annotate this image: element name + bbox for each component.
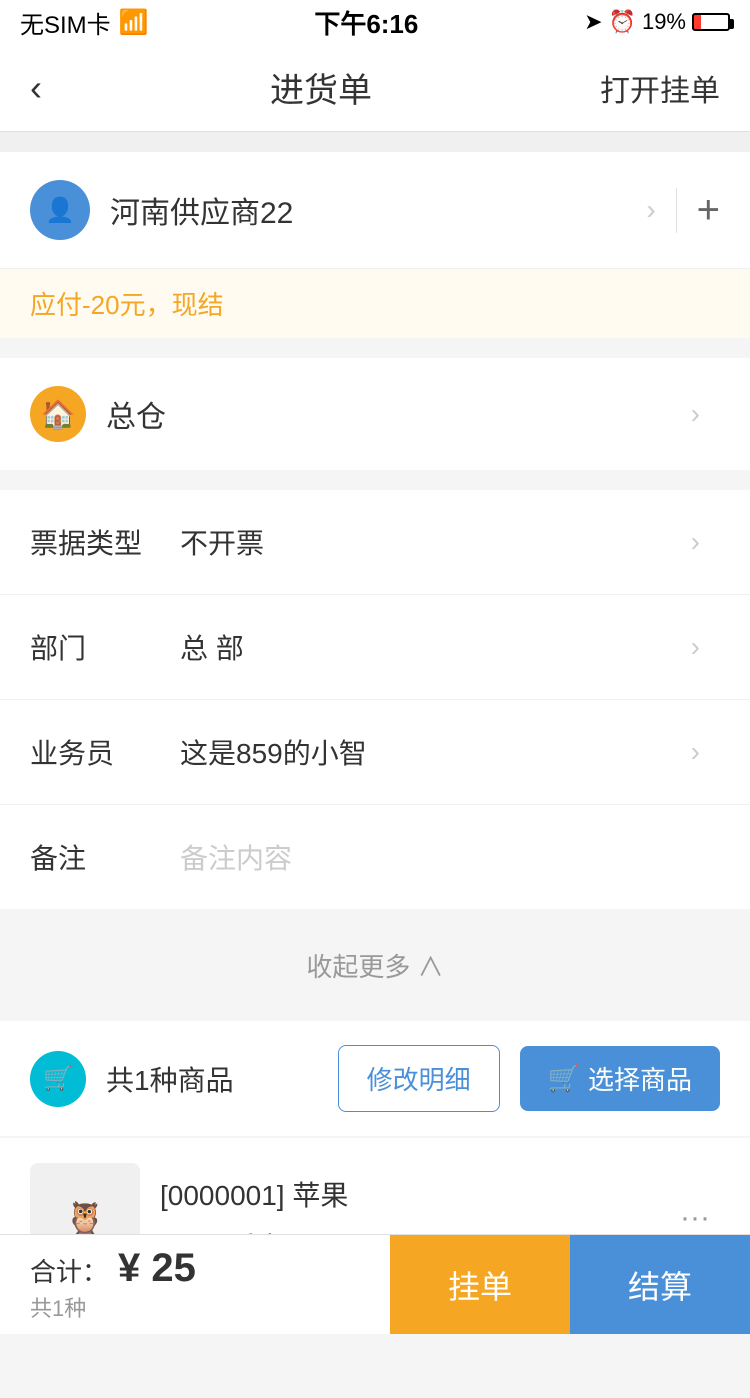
invoice-type-value: 不开票 <box>150 522 691 562</box>
total-label: 合计： <box>30 1252 108 1289</box>
form-row-invoice-type[interactable]: 票据类型 不开票 › <box>0 490 750 595</box>
warehouse-name: 总仓 <box>106 392 691 436</box>
page-title: 进货单 <box>270 63 372 112</box>
battery-icon <box>692 13 730 31</box>
invoice-type-chevron-icon: › <box>691 526 700 558</box>
section-divider-1 <box>0 132 750 152</box>
product-thumb-icon: 🦉 <box>65 1199 105 1237</box>
form-row-remark[interactable]: 备注 备注内容 <box>0 805 750 909</box>
select-product-button[interactable]: 🛒 选择商品 <box>520 1046 720 1111</box>
product-header: 🛒 共1种商品 修改明细 🛒 选择商品 <box>0 1021 750 1136</box>
total-amount: ¥ 25 <box>118 1246 196 1291</box>
wifi-icon: 📶 <box>119 8 149 37</box>
total-row: 合计： ¥ 25 <box>30 1246 360 1291</box>
supplier-avatar: 👤 <box>30 180 90 240</box>
back-button[interactable]: ‹ <box>30 67 42 109</box>
department-label: 部门 <box>30 627 150 667</box>
collapse-label: 收起更多 ∧ <box>306 947 443 984</box>
signal-label: 无SIM卡 <box>20 5 111 40</box>
status-right: ➤ ⏰ 19% <box>584 9 730 35</box>
location-icon: ➤ <box>584 9 602 35</box>
product-cart-icon: 🛒 <box>30 1051 86 1107</box>
select-product-label: 选择商品 <box>588 1060 692 1097</box>
supplier-name: 河南供应商22 <box>110 188 646 232</box>
form-section: 票据类型 不开票 › 部门 总 部 › 业务员 这是859的小智 › 备注 备注… <box>0 490 750 909</box>
nav-bar: ‹ 进货单 打开挂单 <box>0 44 750 132</box>
status-bar: 无SIM卡 📶 下午6:16 ➤ ⏰ 19% <box>0 0 750 44</box>
remark-input[interactable]: 备注内容 <box>150 837 720 877</box>
product-title: 苹果 <box>292 1180 348 1211</box>
form-row-salesperson[interactable]: 业务员 这是859的小智 › <box>0 700 750 805</box>
remark-label: 备注 <box>30 837 150 877</box>
status-left: 无SIM卡 📶 <box>20 5 149 40</box>
total-sub: 共1种 <box>30 1291 360 1323</box>
open-hang-button[interactable]: 打开挂单 <box>600 66 720 110</box>
alarm-icon: ⏰ <box>609 9 636 35</box>
supplier-chevron-icon: › <box>646 194 655 226</box>
supplier-section: 👤 河南供应商22 › + 应付-20元，现结 <box>0 152 750 338</box>
supplier-note: 应付-20元，现结 <box>0 269 750 338</box>
edit-detail-button[interactable]: 修改明细 <box>338 1045 500 1112</box>
hang-button[interactable]: 挂单 <box>390 1235 570 1334</box>
warehouse-section: 🏠 总仓 › <box>0 358 750 470</box>
select-product-icon: 🛒 <box>548 1063 580 1094</box>
bottom-bar: 合计： ¥ 25 共1种 挂单 结算 <box>0 1234 750 1334</box>
add-button[interactable]: + <box>676 188 720 233</box>
salesperson-value: 这是859的小智 <box>150 732 691 772</box>
status-time: 下午6:16 <box>314 4 418 41</box>
salesperson-label: 业务员 <box>30 732 150 772</box>
avatar-icon: 👤 <box>45 196 75 225</box>
invoice-type-label: 票据类型 <box>30 522 150 562</box>
salesperson-chevron-icon: › <box>691 736 700 768</box>
department-value: 总 部 <box>150 627 691 667</box>
battery-label: 19% <box>642 9 686 35</box>
form-row-department[interactable]: 部门 总 部 › <box>0 595 750 700</box>
warehouse-chevron-icon: › <box>691 398 700 430</box>
product-count: 共1种商品 <box>106 1059 318 1099</box>
bottom-total: 合计： ¥ 25 共1种 <box>0 1235 390 1334</box>
product-name: [0000001] 苹果 <box>160 1174 670 1214</box>
checkout-button[interactable]: 结算 <box>570 1235 750 1334</box>
warehouse-row[interactable]: 🏠 总仓 › <box>0 358 750 470</box>
supplier-row[interactable]: 👤 河南供应商22 › + <box>0 152 750 269</box>
warehouse-icon: 🏠 <box>30 386 86 442</box>
product-code: [0000001] <box>160 1180 285 1211</box>
department-chevron-icon: › <box>691 631 700 663</box>
collapse-row[interactable]: 收起更多 ∧ <box>0 929 750 1001</box>
